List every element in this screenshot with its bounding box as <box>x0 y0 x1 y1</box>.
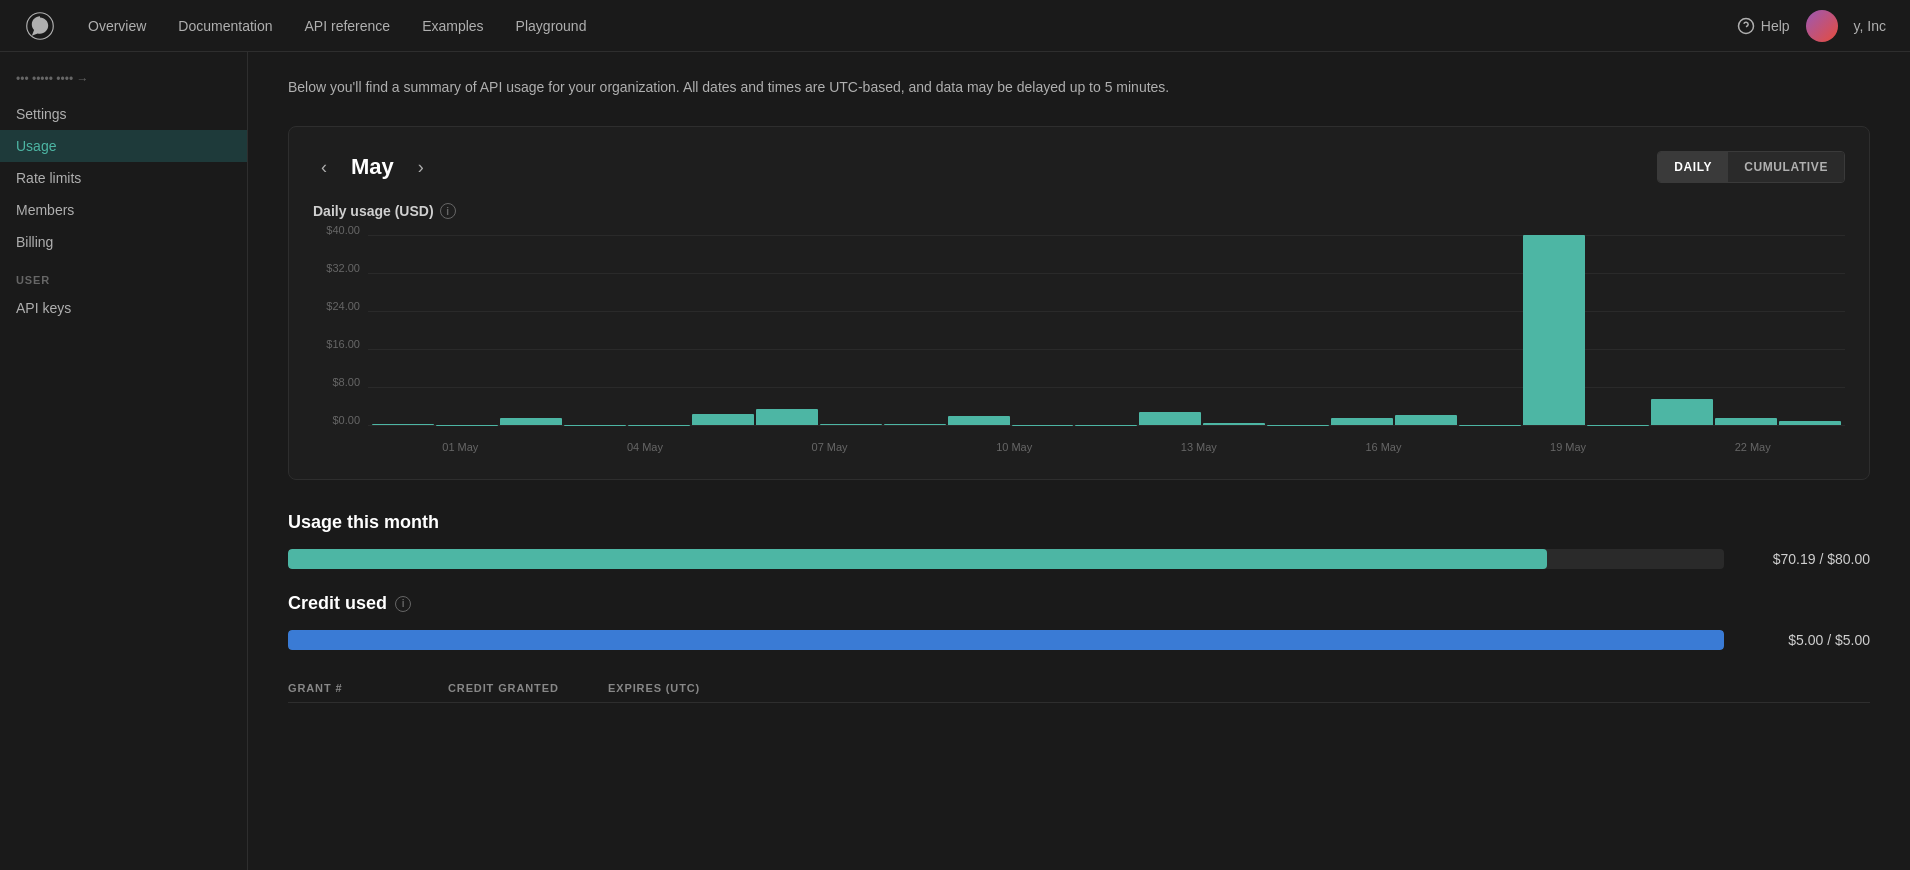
chart-header: ‹ May › DAILY CUMULATIVE <box>313 151 1845 183</box>
description-text: Below you'll find a summary of API usage… <box>288 76 1188 98</box>
credit-title-text: Credit used <box>288 593 387 614</box>
credit-used-section: Credit used i $5.00 / $5.00 GRANT # CRED… <box>288 593 1870 703</box>
sidebar-account: ••• ••••• •••• → <box>0 68 247 98</box>
sidebar-item-rate-limits[interactable]: Rate limits <box>0 162 247 194</box>
x-axis-label: 19 May <box>1476 441 1661 455</box>
next-month-button[interactable]: › <box>410 153 432 182</box>
bars-area <box>368 235 1845 425</box>
sidebar-item-billing[interactable]: Billing <box>0 226 247 258</box>
y-axis-label: $8.00 <box>310 376 360 388</box>
x-axis: 01 May04 May07 May10 May13 May16 May19 M… <box>368 425 1845 455</box>
daily-toggle-button[interactable]: DAILY <box>1658 152 1728 182</box>
col-credit-granted: CREDIT GRANTED <box>448 682 568 694</box>
x-axis-label: 10 May <box>922 441 1107 455</box>
y-axis-label: $32.00 <box>310 262 360 274</box>
chart-section: ‹ May › DAILY CUMULATIVE Daily usage (US… <box>288 126 1870 480</box>
user-name: y, Inc <box>1854 18 1886 34</box>
y-axis-label: $16.00 <box>310 338 360 350</box>
nav-overview[interactable]: Overview <box>88 18 146 34</box>
openai-logo[interactable] <box>24 10 56 42</box>
sidebar-item-api-keys[interactable]: API keys <box>0 292 247 324</box>
bar[interactable] <box>500 418 562 426</box>
sidebar-item-usage[interactable]: Usage <box>0 130 247 162</box>
chart-month: May <box>351 154 394 180</box>
x-axis-label: 07 May <box>737 441 922 455</box>
bar[interactable] <box>692 414 754 426</box>
sidebar-item-members[interactable]: Members <box>0 194 247 226</box>
usage-bar-track <box>288 549 1724 569</box>
topnav-right: Help y, Inc <box>1737 10 1886 42</box>
chart-title: Daily usage (USD) i <box>313 203 1845 219</box>
help-icon <box>1737 17 1755 35</box>
chart-toggle: DAILY CUMULATIVE <box>1657 151 1845 183</box>
app-layout: ••• ••••• •••• → Settings Usage Rate lim… <box>0 52 1910 870</box>
bar[interactable] <box>1651 399 1713 425</box>
y-axis-label: $24.00 <box>310 300 360 312</box>
y-axis-label: $40.00 <box>310 224 360 236</box>
chart-info-icon[interactable]: i <box>440 203 456 219</box>
x-axis-label: 04 May <box>553 441 738 455</box>
cumulative-toggle-button[interactable]: CUMULATIVE <box>1728 152 1844 182</box>
bar[interactable] <box>756 409 818 425</box>
bar[interactable] <box>1395 415 1457 426</box>
usage-bar-row: $70.19 / $80.00 <box>288 549 1870 569</box>
x-axis-label: 22 May <box>1660 441 1845 455</box>
usage-amount: $70.19 / $80.00 <box>1740 551 1870 567</box>
credit-bar-track <box>288 630 1724 650</box>
y-axis-label: $0.00 <box>310 414 360 426</box>
bar[interactable] <box>1139 412 1201 425</box>
bar[interactable] <box>1715 418 1777 426</box>
bar[interactable] <box>1331 418 1393 426</box>
credit-bar-fill <box>288 630 1724 650</box>
help-label: Help <box>1761 18 1790 34</box>
col-expires-utc: EXPIRES (UTC) <box>608 682 728 694</box>
col-grant-num: GRANT # <box>288 682 408 694</box>
nav-playground[interactable]: Playground <box>516 18 587 34</box>
chart-title-text: Daily usage (USD) <box>313 203 434 219</box>
credit-section-title: Credit used i <box>288 593 1870 614</box>
prev-month-button[interactable]: ‹ <box>313 153 335 182</box>
help-button[interactable]: Help <box>1737 17 1790 35</box>
sidebar: ••• ••••• •••• → Settings Usage Rate lim… <box>0 52 248 870</box>
user-avatar[interactable] <box>1806 10 1838 42</box>
credit-bar-row: $5.00 / $5.00 <box>288 630 1870 650</box>
usage-this-month-section: Usage this month $70.19 / $80.00 <box>288 512 1870 569</box>
main-content: Below you'll find a summary of API usage… <box>248 52 1910 870</box>
usage-section-title: Usage this month <box>288 512 1870 533</box>
nav-api-reference[interactable]: API reference <box>305 18 391 34</box>
sidebar-section-user: USER <box>0 258 247 292</box>
x-axis-label: 01 May <box>368 441 553 455</box>
usage-bar-fill <box>288 549 1547 569</box>
nav-examples[interactable]: Examples <box>422 18 483 34</box>
sidebar-item-settings[interactable]: Settings <box>0 98 247 130</box>
credit-info-icon[interactable]: i <box>395 596 411 612</box>
chart-navigation: ‹ May › <box>313 153 432 182</box>
bar[interactable] <box>1523 235 1585 425</box>
top-navigation: Overview Documentation API reference Exa… <box>0 0 1910 52</box>
credit-table-header: GRANT # CREDIT GRANTED EXPIRES (UTC) <box>288 674 1870 703</box>
credit-amount: $5.00 / $5.00 <box>1740 632 1870 648</box>
nav-documentation[interactable]: Documentation <box>178 18 272 34</box>
bar[interactable] <box>948 416 1010 426</box>
x-axis-label: 13 May <box>1107 441 1292 455</box>
bar-chart: $40.00$32.00$24.00$16.00$8.00$0.00 01 Ma… <box>313 235 1845 455</box>
x-axis-label: 16 May <box>1291 441 1476 455</box>
